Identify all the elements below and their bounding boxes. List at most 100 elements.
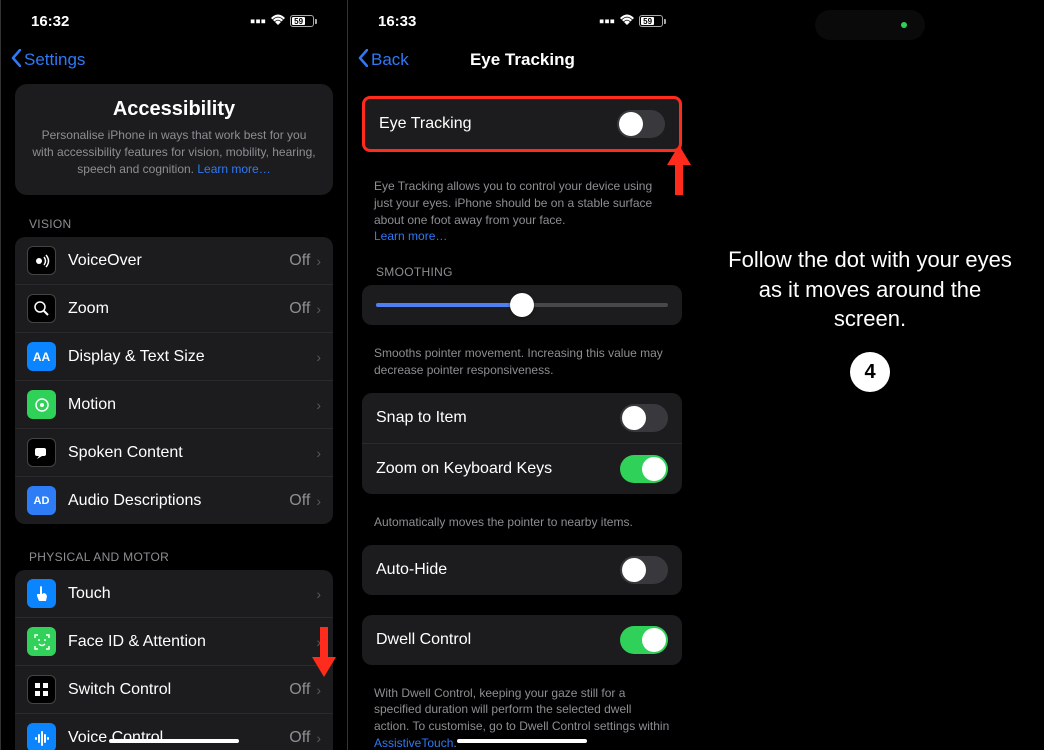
chevron-right-icon: › [316,301,321,317]
section-header-vision: VISION [1,211,347,237]
row-value: Off [289,300,310,318]
row-audio-descriptions[interactable]: AD Audio Descriptions Off › [15,477,333,524]
snap-toggle[interactable] [620,404,668,432]
row-motion[interactable]: Motion › [15,381,333,429]
text-size-icon: AA [27,342,56,371]
phone-calibration: Follow the dot with your eyes as it move… [696,0,1044,750]
row-spoken-content[interactable]: Spoken Content › [15,429,333,477]
status-bar: 16:32 ▪▪▪ 59 [1,0,347,40]
battery-icon: 59 [639,15,666,27]
row-voiceover[interactable]: VoiceOver Off › [15,237,333,285]
row-label: Spoken Content [68,444,316,462]
learn-more-link[interactable]: Learn more… [374,229,447,243]
autohide-group: Auto-Hide [362,545,682,595]
row-value: Off [289,681,310,699]
eye-tracking-toggle-group: Eye Tracking [362,96,682,152]
row-switch-control[interactable]: Switch Control Off › [15,666,333,714]
nav-bar: Settings [1,40,347,80]
zoom-icon [27,294,56,323]
camera-indicator-icon [901,22,907,28]
page-description: Personalise iPhone in ways that work bes… [31,127,317,177]
back-button[interactable]: Settings [11,49,85,72]
row-voice-control[interactable]: Voice Control Off › [15,714,333,750]
voiceover-icon [27,246,56,275]
row-auto-hide[interactable]: Auto-Hide [362,545,682,595]
smoothing-slider-row [362,285,682,325]
dwell-group: Dwell Control [362,615,682,665]
home-indicator[interactable] [457,739,587,743]
status-bar: 16:33 ▪▪▪ 59 [348,0,696,40]
switch-control-icon [27,675,56,704]
smoothing-group [362,285,682,325]
row-label: Audio Descriptions [68,492,289,510]
status-icons: ▪▪▪ 59 [250,13,317,30]
eye-tracking-description: Eye Tracking allows you to control your … [348,172,696,259]
row-label: Zoom on Keyboard Keys [376,460,552,478]
row-label: Display & Text Size [68,348,316,366]
row-value: Off [289,492,310,510]
voice-control-icon [27,723,56,750]
dwell-toggle[interactable] [620,626,668,654]
row-display-text-size[interactable]: AA Display & Text Size › [15,333,333,381]
chevron-right-icon: › [316,493,321,509]
row-snap-to-item[interactable]: Snap to Item [362,393,682,444]
smoothing-description: Smooths pointer movement. Increasing thi… [348,345,696,393]
row-zoom[interactable]: Zoom Off › [15,285,333,333]
row-label: Dwell Control [376,631,471,649]
nav-bar: Back Eye Tracking [348,40,696,80]
zoom-keyboard-toggle[interactable] [620,455,668,483]
row-face-id[interactable]: Face ID & Attention › [15,618,333,666]
assistive-touch-link[interactable]: AssistiveTouch [374,736,453,750]
dynamic-island [815,10,925,40]
row-label: Motion [68,396,316,414]
row-value: Off [289,729,310,747]
row-label: Snap to Item [376,409,467,427]
phone-eye-tracking-settings: 16:33 ▪▪▪ 59 Back Eye Tracking Eye Track… [348,0,696,750]
signal-icon: ▪▪▪ [250,13,266,30]
smoothing-slider[interactable] [376,303,668,307]
row-zoom-keyboard[interactable]: Zoom on Keyboard Keys [362,444,682,494]
vision-group: VoiceOver Off › Zoom Off › AA Display & … [15,237,333,524]
page-title: Accessibility [31,98,317,121]
calibration-instruction: Follow the dot with your eyes as it move… [696,245,1044,334]
touch-icon [27,579,56,608]
row-dwell-control[interactable]: Dwell Control [362,615,682,665]
status-icons: ▪▪▪ 59 [599,13,666,30]
autohide-toggle[interactable] [620,556,668,584]
chevron-right-icon: › [316,397,321,413]
chevron-right-icon: › [316,253,321,269]
annotation-arrow-icon [664,140,694,200]
chevron-right-icon: › [316,445,321,461]
chevron-right-icon: › [316,349,321,365]
status-time: 16:33 [378,13,416,30]
row-label: Switch Control [68,681,289,699]
chevron-left-icon [11,49,21,72]
row-label: Face ID & Attention [68,633,316,651]
row-touch[interactable]: Touch › [15,570,333,618]
motion-icon [27,390,56,419]
home-indicator[interactable] [109,739,239,743]
row-eye-tracking-toggle[interactable]: Eye Tracking [365,99,679,149]
chevron-right-icon: › [316,682,321,698]
row-label: VoiceOver [68,252,289,270]
row-label: Voice Control [68,729,289,747]
spoken-content-icon [27,438,56,467]
chevron-right-icon: › [316,586,321,602]
row-label: Touch [68,585,316,603]
section-header-motor: PHYSICAL AND MOTOR [1,544,347,570]
learn-more-link[interactable]: Learn more… [197,162,270,176]
eye-tracking-toggle[interactable] [617,110,665,138]
status-time: 16:32 [31,13,69,30]
snap-description: Automatically moves the pointer to nearb… [348,514,696,545]
phone-accessibility-settings: 16:32 ▪▪▪ 59 Settings Accessibility Pers… [0,0,348,750]
row-label: Zoom [68,300,289,318]
back-label: Settings [24,50,85,70]
row-label: Eye Tracking [379,115,471,133]
page-title: Eye Tracking [359,50,686,70]
face-id-icon [27,627,56,656]
row-label: Auto-Hide [376,561,447,579]
section-header-smoothing: SMOOTHING [348,259,696,285]
chevron-right-icon: › [316,730,321,746]
audio-descriptions-icon: AD [27,486,56,515]
snap-group: Snap to Item Zoom on Keyboard Keys [362,393,682,494]
